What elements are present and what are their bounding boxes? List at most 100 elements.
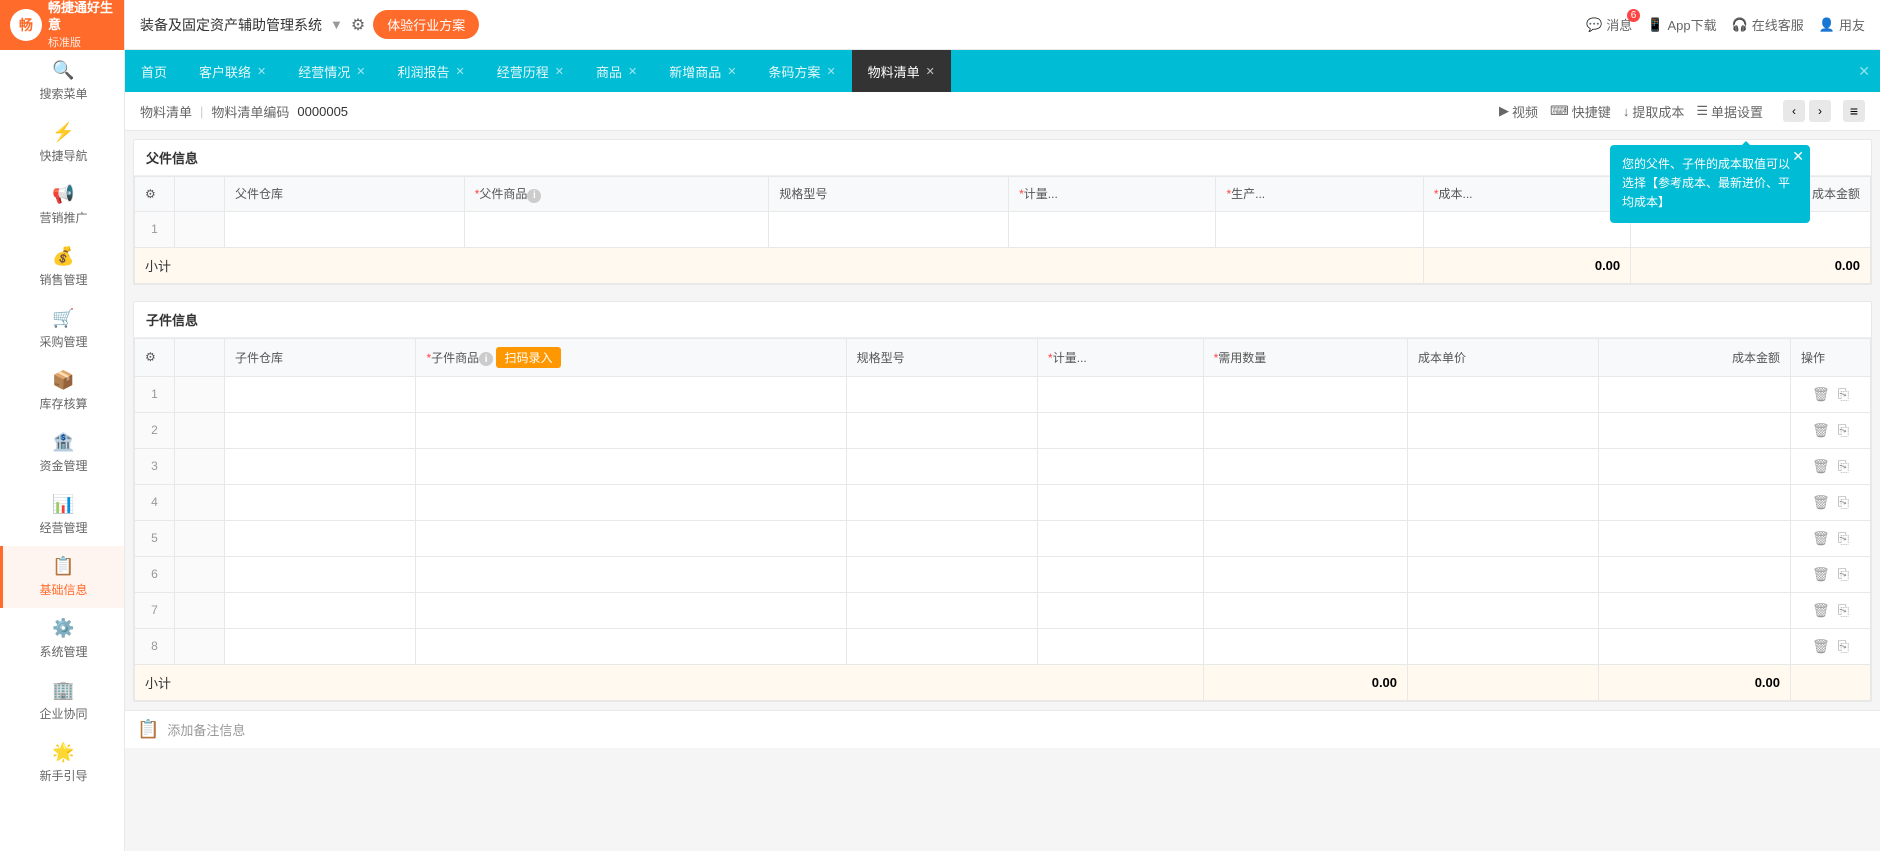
child-cell-warehouse-5[interactable] <box>225 520 416 556</box>
next-arrow[interactable]: › <box>1809 100 1831 122</box>
copy-icon-5[interactable]: ⎘ <box>1838 530 1849 547</box>
child-cell-warehouse-1[interactable] <box>225 376 416 412</box>
sidebar-item-search[interactable]: 🔍 搜索菜单 <box>0 50 124 112</box>
child-cell-cost-amount-6[interactable] <box>1599 556 1791 592</box>
parent-cell-unit[interactable] <box>1009 211 1216 247</box>
child-cell-product-3[interactable] <box>416 448 846 484</box>
child-cell-quantity-3[interactable] <box>1203 448 1407 484</box>
trial-button[interactable]: 体验行业方案 <box>373 10 479 39</box>
sidebar-item-basic[interactable]: 📋 基础信息 <box>0 546 124 608</box>
child-cell-warehouse-7[interactable] <box>225 592 416 628</box>
child-cell-cost-amount-8[interactable] <box>1599 628 1791 664</box>
child-cell-unit-cost-1[interactable] <box>1408 376 1599 412</box>
child-cell-unit-5[interactable] <box>1038 520 1204 556</box>
child-cell-quantity-4[interactable] <box>1203 484 1407 520</box>
sidebar-item-guide[interactable]: 🌟 新手引导 <box>0 732 124 794</box>
delete-icon-1[interactable]: 🗑 <box>1812 386 1830 403</box>
copy-icon-6[interactable]: ⎘ <box>1838 566 1849 583</box>
child-cell-unit-4[interactable] <box>1038 484 1204 520</box>
tab-home[interactable]: 首页 <box>125 50 183 92</box>
add-note-label[interactable]: 添加备注信息 <box>167 720 245 739</box>
child-cell-warehouse-3[interactable] <box>225 448 416 484</box>
child-cell-unit-8[interactable] <box>1038 628 1204 664</box>
sidebar-item-finance[interactable]: 🏦 资金管理 <box>0 422 124 484</box>
child-th-settings[interactable]: ⚙ <box>135 338 175 376</box>
child-cell-spec-1[interactable] <box>846 376 1037 412</box>
tooltip-close-button[interactable]: ✕ <box>1792 149 1804 163</box>
child-cell-product-6[interactable] <box>416 556 846 592</box>
child-cell-cost-amount-2[interactable] <box>1599 412 1791 448</box>
child-cell-product-2[interactable] <box>416 412 846 448</box>
child-cell-quantity-6[interactable] <box>1203 556 1407 592</box>
tab-profit[interactable]: 利润报告 ✕ <box>381 50 480 92</box>
child-cell-spec-8[interactable] <box>846 628 1037 664</box>
child-cell-warehouse-6[interactable] <box>225 556 416 592</box>
prev-arrow[interactable]: ‹ <box>1783 100 1805 122</box>
child-cell-warehouse-8[interactable] <box>225 628 416 664</box>
tab-barcode-close[interactable]: ✕ <box>826 65 835 78</box>
sidebar-item-enterprise[interactable]: 🏢 企业协同 <box>0 670 124 732</box>
child-cell-spec-6[interactable] <box>846 556 1037 592</box>
child-cell-spec-4[interactable] <box>846 484 1037 520</box>
sidebar-item-sales[interactable]: 💰 销售管理 <box>0 236 124 298</box>
tab-new-product[interactable]: 新增商品 ✕ <box>653 50 752 92</box>
child-cell-product-4[interactable] <box>416 484 846 520</box>
child-cell-product-8[interactable] <box>416 628 846 664</box>
delete-icon-3[interactable]: 🗑 <box>1812 458 1830 475</box>
extract-cost-action[interactable]: ↓ 提取成本 <box>1623 102 1685 121</box>
delete-icon-7[interactable]: 🗑 <box>1812 602 1830 619</box>
sidebar-item-inventory[interactable]: 📦 库存核算 <box>0 360 124 422</box>
delete-icon-6[interactable]: 🗑 <box>1812 566 1830 583</box>
scan-input-button[interactable]: 扫码录入 <box>496 347 560 368</box>
single-settings-action[interactable]: ☰ 单据设置 <box>1696 102 1763 121</box>
child-cell-product-5[interactable] <box>416 520 846 556</box>
tab-bom-close[interactable]: ✕ <box>926 65 935 78</box>
settings-icon[interactable]: ⚙ <box>351 15 365 35</box>
child-cell-cost-amount-3[interactable] <box>1599 448 1791 484</box>
copy-icon-2[interactable]: ⎘ <box>1838 422 1849 439</box>
tab-new-product-close[interactable]: ✕ <box>727 65 736 78</box>
close-all-tabs[interactable]: ✕ <box>1858 63 1870 80</box>
child-cell-spec-5[interactable] <box>846 520 1037 556</box>
child-cell-warehouse-4[interactable] <box>225 484 416 520</box>
child-cell-spec-2[interactable] <box>846 412 1037 448</box>
breadcrumb-bom[interactable]: 物料清单 <box>140 102 192 121</box>
parent-cell-spec[interactable] <box>769 211 1009 247</box>
copy-icon-3[interactable]: ⎘ <box>1838 458 1849 475</box>
tab-customer-close[interactable]: ✕ <box>257 65 266 78</box>
child-cell-cost-amount-1[interactable] <box>1599 376 1791 412</box>
child-cell-unit-1[interactable] <box>1038 376 1204 412</box>
parent-cell-produce[interactable] <box>1216 211 1423 247</box>
online-service-button[interactable]: 🎧 在线客服 <box>1732 15 1804 34</box>
delete-icon-4[interactable]: 🗑 <box>1812 494 1830 511</box>
child-cell-unit-cost-8[interactable] <box>1408 628 1599 664</box>
tab-customer[interactable]: 客户联络 ✕ <box>183 50 282 92</box>
copy-icon-7[interactable]: ⎘ <box>1838 602 1849 619</box>
child-cell-quantity-1[interactable] <box>1203 376 1407 412</box>
child-cell-unit-cost-6[interactable] <box>1408 556 1599 592</box>
child-cell-spec-3[interactable] <box>846 448 1037 484</box>
app-download-button[interactable]: 📱 App下载 <box>1647 15 1716 34</box>
child-cell-cost-amount-5[interactable] <box>1599 520 1791 556</box>
child-cell-unit-cost-3[interactable] <box>1408 448 1599 484</box>
tab-product-close[interactable]: ✕ <box>628 65 637 78</box>
child-cell-quantity-2[interactable] <box>1203 412 1407 448</box>
child-cell-quantity-5[interactable] <box>1203 520 1407 556</box>
child-cell-product-1[interactable] <box>416 376 846 412</box>
delete-icon-2[interactable]: 🗑 <box>1812 422 1830 439</box>
child-cell-spec-7[interactable] <box>846 592 1037 628</box>
child-cell-unit-cost-7[interactable] <box>1408 592 1599 628</box>
tab-profit-close[interactable]: ✕ <box>456 65 465 78</box>
tab-history[interactable]: 经营历程 ✕ <box>481 50 580 92</box>
parent-cell-cost[interactable] <box>1423 211 1630 247</box>
parent-th-settings[interactable]: ⚙ <box>135 177 175 212</box>
child-cell-unit-3[interactable] <box>1038 448 1204 484</box>
menu-expand-button[interactable]: ≡ <box>1843 100 1865 122</box>
delete-icon-5[interactable]: 🗑 <box>1812 530 1830 547</box>
message-button[interactable]: 💬 消息 6 <box>1586 15 1632 34</box>
parent-cell-warehouse[interactable] <box>225 211 465 247</box>
delete-icon-8[interactable]: 🗑 <box>1812 638 1830 655</box>
video-action[interactable]: ▶ 视频 <box>1499 102 1538 121</box>
sidebar-item-quick[interactable]: ⚡ 快捷导航 <box>0 112 124 174</box>
tab-bom[interactable]: 物料清单 ✕ <box>852 50 951 92</box>
